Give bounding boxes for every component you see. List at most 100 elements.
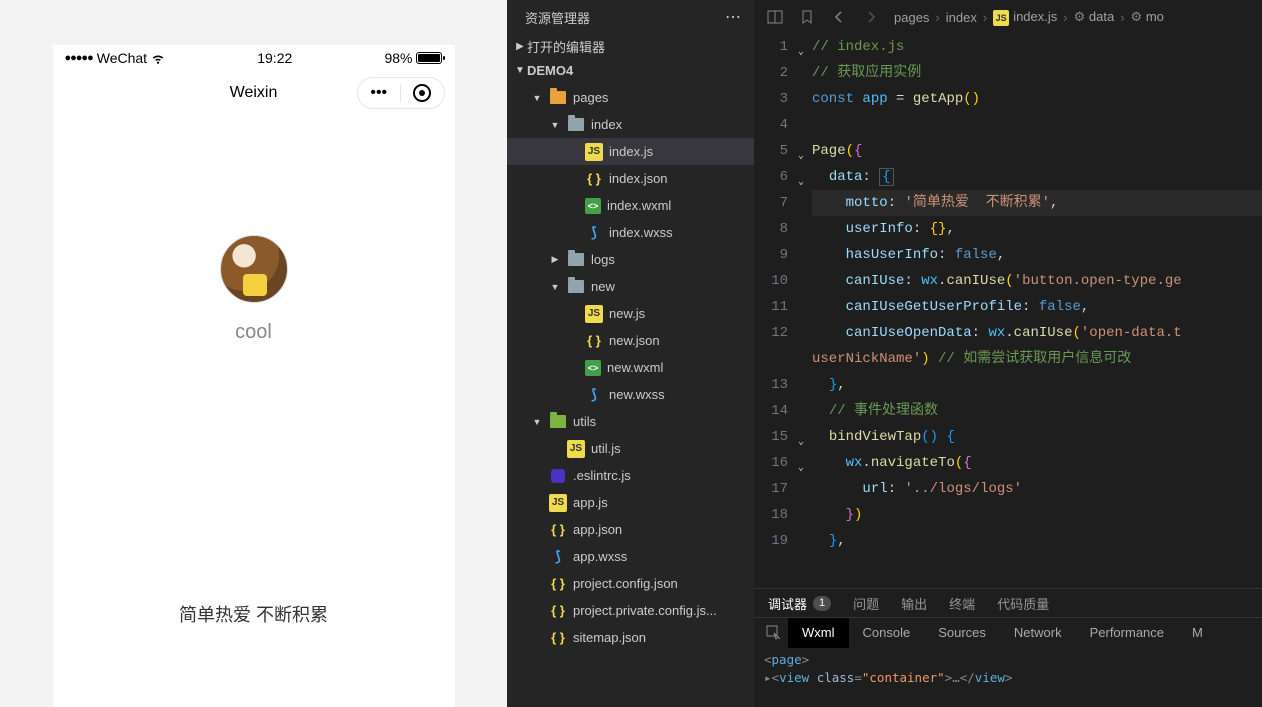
- devtool-tab[interactable]: Wxml: [788, 618, 849, 648]
- tree-label: new.js: [609, 306, 645, 321]
- debug-badge: 1: [813, 596, 831, 611]
- breadcrumb[interactable]: pages›index›JSindex.js›⚙ data›⚙ mo: [894, 9, 1164, 26]
- breadcrumb-segment[interactable]: ⚙ data: [1074, 9, 1115, 25]
- nickname-label: cool: [235, 321, 272, 344]
- wifi-icon: [151, 51, 165, 65]
- file-row[interactable]: ⟆index.wxss: [507, 219, 754, 246]
- tree-label: index.json: [609, 171, 668, 186]
- carrier-label: WeChat: [97, 50, 147, 66]
- code-editor[interactable]: 1⌄2345⌄6⌄789101112131415⌄16⌄171819 // in…: [754, 34, 1262, 588]
- file-row[interactable]: { }project.private.config.js...: [507, 597, 754, 624]
- file-row[interactable]: JSutil.js: [507, 435, 754, 462]
- element-picker-icon[interactable]: [760, 625, 788, 641]
- split-editor-icon[interactable]: [766, 8, 784, 26]
- devtool-tab[interactable]: Performance: [1076, 618, 1178, 648]
- tree-label: app.wxss: [573, 549, 627, 564]
- panel-tabs: 调试器1 问题 输出 终端 代码质量: [754, 589, 1262, 617]
- twisty-icon: ▼: [549, 120, 561, 130]
- file-row[interactable]: { }new.json: [507, 327, 754, 354]
- twisty-icon: ▼: [531, 93, 543, 103]
- file-row[interactable]: JSnew.js: [507, 300, 754, 327]
- panel-tab[interactable]: 终端: [949, 594, 975, 613]
- tree-label: index: [591, 117, 622, 132]
- tree-label: new: [591, 279, 615, 294]
- code-lines[interactable]: // index.js// 获取应用实例const app = getApp()…: [812, 34, 1262, 588]
- signal-dots-icon: ●●●●●: [65, 52, 93, 64]
- folder-row[interactable]: ▼ index: [507, 111, 754, 138]
- battery-pct-label: 98%: [384, 50, 412, 66]
- tree-label: app.json: [573, 522, 622, 537]
- motto-label: 简单热爱 不断积累: [53, 601, 455, 627]
- open-editors-section[interactable]: ▶ 打开的编辑器: [507, 34, 754, 58]
- breadcrumb-segment[interactable]: JSindex.js: [993, 9, 1057, 26]
- folder-row[interactable]: ▶ logs: [507, 246, 754, 273]
- twisty-icon: ▶: [549, 254, 561, 265]
- twisty-icon: ▼: [531, 417, 543, 427]
- panel-tab[interactable]: 调试器1: [768, 594, 831, 613]
- tree-label: index.wxss: [609, 225, 673, 240]
- breadcrumb-segment[interactable]: pages: [894, 10, 929, 25]
- file-row[interactable]: { }sitemap.json: [507, 624, 754, 651]
- file-row[interactable]: JSindex.js: [507, 138, 754, 165]
- file-row[interactable]: JSapp.js: [507, 489, 754, 516]
- folder-row[interactable]: ▼ utils: [507, 408, 754, 435]
- file-row[interactable]: .eslintrc.js: [507, 462, 754, 489]
- capsule-menu-icon[interactable]: •••: [358, 84, 401, 102]
- explorer-title: 资源管理器: [525, 8, 590, 27]
- page-title: Weixin: [230, 84, 278, 102]
- file-row[interactable]: { }project.config.json: [507, 570, 754, 597]
- status-bar: ●●●●● WeChat 19:22 98%: [53, 45, 455, 71]
- devtool-tab[interactable]: M: [1178, 618, 1217, 648]
- tree-label: project.private.config.js...: [573, 603, 717, 618]
- panel-tab[interactable]: 输出: [901, 594, 927, 613]
- nav-bar: Weixin •••: [53, 71, 455, 115]
- devtool-tabs: WxmlConsoleSourcesNetworkPerformanceM: [754, 617, 1262, 647]
- app-body: cool 简单热爱 不断积累: [53, 115, 455, 707]
- devtool-tab[interactable]: Console: [849, 618, 925, 648]
- devtool-tab[interactable]: Network: [1000, 618, 1076, 648]
- tree-label: project.config.json: [573, 576, 678, 591]
- tree-label: new.wxss: [609, 387, 665, 402]
- bookmark-icon[interactable]: [798, 8, 816, 26]
- breadcrumb-segment[interactable]: index: [946, 10, 977, 25]
- file-tree: ▼ pages ▼ index JSindex.js{ }index.json<>ind…: [507, 82, 754, 707]
- file-row[interactable]: <>index.wxml: [507, 192, 754, 219]
- folder-row[interactable]: ▼ pages: [507, 84, 754, 111]
- tree-label: utils: [573, 414, 596, 429]
- chevron-right-icon: ▶: [513, 41, 527, 52]
- open-editors-label: 打开的编辑器: [527, 37, 605, 56]
- file-row[interactable]: ⟆new.wxss: [507, 381, 754, 408]
- gutter[interactable]: 1⌄2345⌄6⌄789101112131415⌄16⌄171819: [754, 34, 812, 588]
- tree-label: new.json: [609, 333, 660, 348]
- nav-forward-icon[interactable]: [862, 8, 880, 26]
- file-row[interactable]: { }index.json: [507, 165, 754, 192]
- capsule-close-icon[interactable]: [401, 84, 444, 102]
- capsule-button[interactable]: •••: [357, 77, 445, 109]
- phone-frame: ●●●●● WeChat 19:22 98% Weixin ••• cool 简…: [53, 45, 455, 707]
- twisty-icon: ▼: [549, 282, 561, 292]
- explorer-header: 资源管理器 ⋯: [507, 0, 754, 34]
- wxml-output[interactable]: <page>▸<view class="container">…</view>: [754, 647, 1262, 707]
- project-section[interactable]: ▼ DEMO4: [507, 58, 754, 82]
- folder-row[interactable]: ▼ new: [507, 273, 754, 300]
- nav-back-icon[interactable]: [830, 8, 848, 26]
- file-row[interactable]: <>new.wxml: [507, 354, 754, 381]
- tree-label: logs: [591, 252, 615, 267]
- chevron-down-icon: ▼: [513, 65, 527, 76]
- explorer-more-icon[interactable]: ⋯: [725, 7, 742, 27]
- file-row[interactable]: { }app.json: [507, 516, 754, 543]
- clock-label: 19:22: [257, 50, 292, 66]
- tree-label: index.js: [609, 144, 653, 159]
- avatar[interactable]: [220, 235, 288, 303]
- tree-label: new.wxml: [607, 360, 663, 375]
- tree-label: pages: [573, 90, 608, 105]
- panel-tab[interactable]: 问题: [853, 594, 879, 613]
- file-row[interactable]: ⟆app.wxss: [507, 543, 754, 570]
- breadcrumb-segment[interactable]: ⚙ mo: [1131, 9, 1164, 25]
- tree-label: app.js: [573, 495, 608, 510]
- simulator-pane: ●●●●● WeChat 19:22 98% Weixin ••• cool 简…: [0, 0, 507, 707]
- tree-label: index.wxml: [607, 198, 671, 213]
- panel-tab[interactable]: 代码质量: [997, 594, 1049, 613]
- devtool-tab[interactable]: Sources: [924, 618, 1000, 648]
- bottom-panel: 调试器1 问题 输出 终端 代码质量 WxmlConsoleSourcesNetwork…: [754, 588, 1262, 707]
